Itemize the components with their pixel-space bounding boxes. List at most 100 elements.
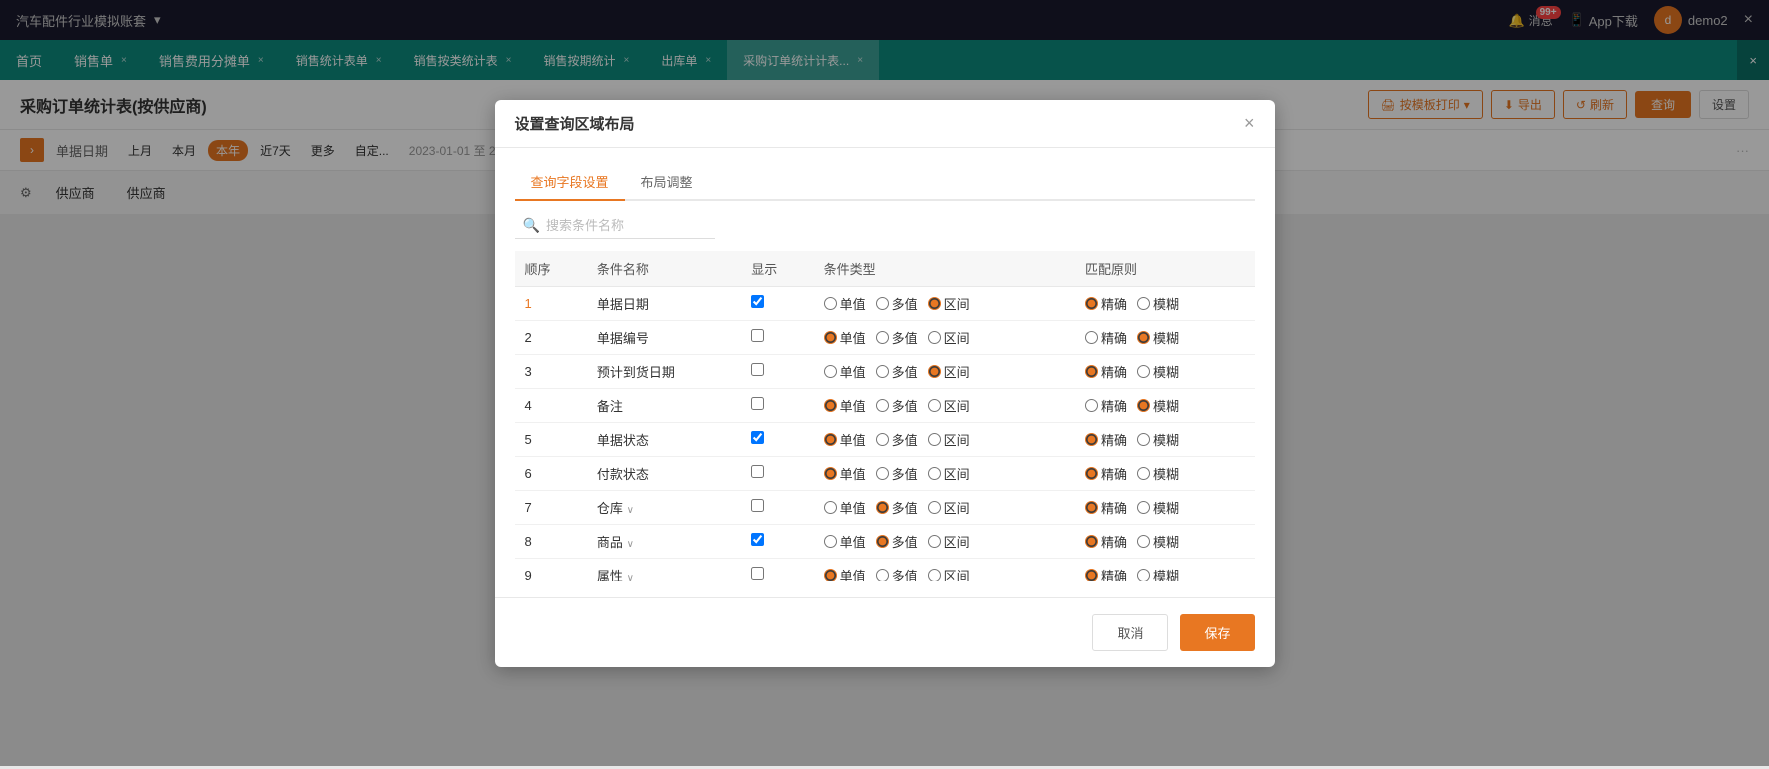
row-display[interactable]: [741, 456, 813, 490]
dialog-tabs: 查询字段设置 布局调整: [515, 164, 1255, 201]
match-radio-item[interactable]: 模糊: [1137, 396, 1179, 415]
row-match[interactable]: 精确模糊: [1075, 388, 1255, 422]
row-display[interactable]: [741, 558, 813, 581]
match-radio-item[interactable]: 模糊: [1137, 430, 1179, 449]
row-type[interactable]: 单值多值区间: [814, 524, 1075, 558]
match-radio-item[interactable]: 精确: [1085, 362, 1127, 381]
type-radio-item[interactable]: 单值: [824, 328, 866, 347]
match-radio-item[interactable]: 模糊: [1137, 464, 1179, 483]
type-radio-item[interactable]: 单值: [824, 464, 866, 483]
tab-layout[interactable]: 布局调整: [625, 164, 709, 201]
type-radio-item[interactable]: 区间: [928, 464, 970, 483]
match-radio-item[interactable]: 模糊: [1137, 566, 1179, 581]
match-radio-item[interactable]: 精确: [1085, 396, 1127, 415]
type-radio-item[interactable]: 多值: [876, 430, 918, 449]
match-radio-item[interactable]: 模糊: [1137, 532, 1179, 551]
settings-table-scroll[interactable]: 顺序 条件名称 显示 条件类型 匹配原则 1单据日期单值多值区间精确模糊2单据编…: [515, 251, 1255, 581]
row-display[interactable]: [741, 320, 813, 354]
match-radio-item[interactable]: 精确: [1085, 294, 1127, 313]
table-row: 7仓库 ∨单值多值区间精确模糊: [515, 490, 1255, 524]
type-radio-item[interactable]: 多值: [876, 532, 918, 551]
display-checkbox[interactable]: [751, 567, 764, 580]
settings-dialog: 设置查询区域布局 × 查询字段设置 布局调整 🔍 顺序: [495, 100, 1275, 667]
display-checkbox[interactable]: [751, 363, 764, 376]
row-type[interactable]: 单值多值区间: [814, 422, 1075, 456]
type-radio-item[interactable]: 区间: [928, 566, 970, 581]
row-match[interactable]: 精确模糊: [1075, 558, 1255, 581]
row-type[interactable]: 单值多值区间: [814, 388, 1075, 422]
display-checkbox[interactable]: [751, 329, 764, 342]
row-display[interactable]: [741, 388, 813, 422]
row-match[interactable]: 精确模糊: [1075, 524, 1255, 558]
match-radio-item[interactable]: 模糊: [1137, 362, 1179, 381]
match-radio-item[interactable]: 模糊: [1137, 294, 1179, 313]
type-radio-item[interactable]: 多值: [876, 396, 918, 415]
row-type[interactable]: 单值多值区间: [814, 558, 1075, 581]
row-display[interactable]: [741, 524, 813, 558]
type-radio-item[interactable]: 多值: [876, 294, 918, 313]
type-radio-item[interactable]: 区间: [928, 396, 970, 415]
search-icon: 🔍: [523, 217, 540, 234]
match-radio-item[interactable]: 精确: [1085, 532, 1127, 551]
type-radio-item[interactable]: 多值: [876, 362, 918, 381]
row-type[interactable]: 单值多值区间: [814, 354, 1075, 388]
row-display[interactable]: [741, 286, 813, 320]
type-radio-item[interactable]: 单值: [824, 566, 866, 581]
match-radio-item[interactable]: 精确: [1085, 328, 1127, 347]
row-type[interactable]: 单值多值区间: [814, 320, 1075, 354]
display-checkbox[interactable]: [751, 431, 764, 444]
dialog-close-button[interactable]: ×: [1244, 114, 1255, 132]
row-match[interactable]: 精确模糊: [1075, 354, 1255, 388]
type-radio-item[interactable]: 单值: [824, 430, 866, 449]
condition-dropdown-icon[interactable]: ∨: [627, 539, 634, 550]
tab-query-fields[interactable]: 查询字段设置: [515, 164, 625, 201]
display-checkbox[interactable]: [751, 465, 764, 478]
row-display[interactable]: [741, 354, 813, 388]
th-order: 顺序: [515, 251, 587, 287]
type-radio-item[interactable]: 单值: [824, 532, 866, 551]
match-radio-item[interactable]: 精确: [1085, 498, 1127, 517]
cancel-button[interactable]: 取消: [1092, 614, 1168, 651]
row-condition-name: 单据日期: [587, 286, 741, 320]
table-row: 6付款状态单值多值区间精确模糊: [515, 456, 1255, 490]
display-checkbox[interactable]: [751, 397, 764, 410]
match-radio-item[interactable]: 模糊: [1137, 328, 1179, 347]
type-radio-item[interactable]: 区间: [928, 430, 970, 449]
row-type[interactable]: 单值多值区间: [814, 456, 1075, 490]
condition-dropdown-icon[interactable]: ∨: [627, 505, 634, 516]
type-radio-item[interactable]: 区间: [928, 532, 970, 551]
type-radio-item[interactable]: 单值: [824, 396, 866, 415]
type-radio-item[interactable]: 区间: [928, 294, 970, 313]
row-match[interactable]: 精确模糊: [1075, 456, 1255, 490]
type-radio-item[interactable]: 多值: [876, 328, 918, 347]
display-checkbox[interactable]: [751, 295, 764, 308]
row-match[interactable]: 精确模糊: [1075, 422, 1255, 456]
row-type[interactable]: 单值多值区间: [814, 286, 1075, 320]
row-match[interactable]: 精确模糊: [1075, 286, 1255, 320]
type-radio-item[interactable]: 区间: [928, 328, 970, 347]
row-match[interactable]: 精确模糊: [1075, 320, 1255, 354]
row-condition-name: 商品 ∨: [587, 524, 741, 558]
condition-dropdown-icon[interactable]: ∨: [627, 573, 634, 581]
display-checkbox[interactable]: [751, 499, 764, 512]
match-radio-item[interactable]: 精确: [1085, 430, 1127, 449]
type-radio-item[interactable]: 区间: [928, 362, 970, 381]
row-display[interactable]: [741, 422, 813, 456]
match-radio-item[interactable]: 精确: [1085, 566, 1127, 581]
row-display[interactable]: [741, 490, 813, 524]
type-radio-item[interactable]: 单值: [824, 362, 866, 381]
row-match[interactable]: 精确模糊: [1075, 490, 1255, 524]
save-button[interactable]: 保存: [1180, 614, 1254, 651]
type-radio-item[interactable]: 多值: [876, 566, 918, 581]
match-radio-item[interactable]: 模糊: [1137, 498, 1179, 517]
type-radio-item[interactable]: 单值: [824, 294, 866, 313]
match-radio-item[interactable]: 精确: [1085, 464, 1127, 483]
type-radio-item[interactable]: 区间: [928, 498, 970, 517]
type-radio-item[interactable]: 多值: [876, 464, 918, 483]
display-checkbox[interactable]: [751, 533, 764, 546]
type-radio-item[interactable]: 多值: [876, 498, 918, 517]
row-type[interactable]: 单值多值区间: [814, 490, 1075, 524]
row-order: 7: [515, 490, 587, 524]
type-radio-item[interactable]: 单值: [824, 498, 866, 517]
search-input[interactable]: [546, 218, 707, 233]
